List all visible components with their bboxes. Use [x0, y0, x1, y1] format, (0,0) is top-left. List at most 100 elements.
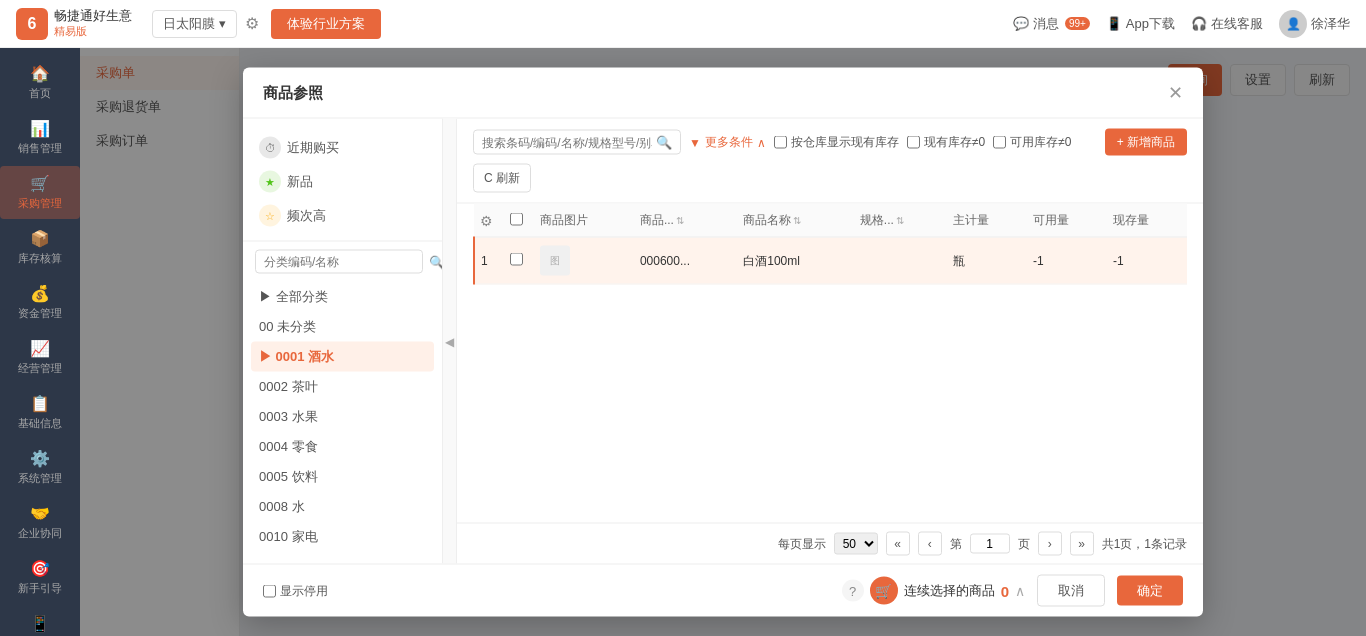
sidebar-item-1[interactable]: 📊销售管理 [0, 111, 80, 164]
category-item-5[interactable]: 0004 零食 [251, 432, 434, 462]
clock-icon: ⏱ [259, 137, 281, 159]
spec-sort-icon[interactable]: ⇅ [896, 215, 904, 226]
sidebar-label-0: 首页 [29, 86, 51, 101]
quick-recent[interactable]: ⏱ 近期购买 [251, 131, 434, 165]
sidebar-item-7[interactable]: ⚙️系统管理 [0, 441, 80, 494]
collapse-up-icon[interactable]: ∧ [1015, 583, 1025, 599]
sidebar-item-10[interactable]: 📱应用中心 [0, 606, 80, 636]
show-disabled-checkbox[interactable] [263, 584, 276, 597]
row-available: -1 [1027, 237, 1107, 284]
last-page-button[interactable]: » [1070, 532, 1094, 556]
modal-close-button[interactable]: ✕ [1168, 82, 1183, 104]
th-code: 商品...⇅ [634, 204, 737, 238]
check-available-stock[interactable]: 可用库存≠0 [993, 134, 1071, 151]
row-checkbox[interactable] [510, 253, 523, 266]
table-row[interactable]: 1 图 000600... 白酒100ml 瓶 -1 -1 [474, 237, 1187, 284]
prev-page-button[interactable]: ‹ [918, 532, 942, 556]
sidebar-label-8: 企业协同 [18, 526, 62, 541]
sidebar-icon-6: 📋 [30, 394, 50, 413]
row-name: 白酒100ml [737, 237, 854, 284]
name-sort-icon[interactable]: ⇅ [793, 215, 801, 226]
cat-label-3: 0002 茶叶 [259, 378, 318, 396]
modal-title: 商品参照 [263, 83, 323, 102]
sidebar-icon-2: 🛒 [30, 174, 50, 193]
settings-icon[interactable]: ⚙ [245, 14, 259, 33]
user-item[interactable]: 👤 徐泽华 [1279, 10, 1350, 38]
category-search-button[interactable]: 🔍 [429, 254, 443, 269]
available-stock-checkbox[interactable] [993, 136, 1006, 149]
help-icon[interactable]: ? [842, 580, 864, 602]
category-item-6[interactable]: 0005 饮料 [251, 462, 434, 492]
quick-freq[interactable]: ☆ 频次高 [251, 199, 434, 233]
category-item-8[interactable]: 0010 家电 [251, 522, 434, 552]
sidebar-item-4[interactable]: 💰资金管理 [0, 276, 80, 329]
freq-icon: ☆ [259, 205, 281, 227]
product-image: 图 [540, 246, 570, 276]
sidebar-label-4: 资金管理 [18, 306, 62, 321]
cat-label-5: 0004 零食 [259, 438, 318, 456]
sidebar-item-0[interactable]: 🏠 首页 [0, 56, 80, 109]
category-tree: ▶ 全部分类 00 未分类 ▶ 0001 酒水 0002 茶叶 0003 水果 0004 … [243, 282, 442, 552]
page-number-input[interactable] [970, 534, 1010, 554]
nav-selector[interactable]: 日太阳膜 ▾ [152, 10, 237, 38]
sidebar-icon-0: 🏠 [30, 64, 50, 83]
refresh-button[interactable]: C 刷新 [473, 164, 531, 193]
row-unit: 瓶 [947, 237, 1027, 284]
sidebar-icon-8: 🤝 [30, 504, 50, 523]
page-size-select[interactable]: 50 [834, 533, 878, 555]
code-sort-icon[interactable]: ⇅ [676, 215, 684, 226]
show-disabled-checkbox-label[interactable]: 显示停用 [263, 582, 328, 599]
first-page-button[interactable]: « [886, 532, 910, 556]
sidebar-label-7: 系统管理 [18, 471, 62, 486]
product-search-icon[interactable]: 🔍 [656, 135, 672, 150]
collapse-sidebar-button[interactable]: ◀ [443, 119, 457, 564]
sidebar-item-9[interactable]: 🎯新手引导 [0, 551, 80, 604]
sidebar-item-8[interactable]: 🤝 企业协同 [0, 496, 80, 549]
sidebar-item-2[interactable]: 🛒采购管理 [0, 166, 80, 219]
check-current-stock[interactable]: 现有库存≠0 [907, 134, 985, 151]
modal-right-panel: 🔍 ▼ 更多条件 ∧ 按仓库显示现有库存 [457, 119, 1203, 564]
cancel-button[interactable]: 取消 [1037, 575, 1105, 607]
th-code-label: 商品... [640, 212, 674, 229]
sidebar-item-3[interactable]: 📦库存核算 [0, 221, 80, 274]
cart-button[interactable]: 🛒 [870, 577, 898, 605]
messages-nav-item[interactable]: 💬 消息 99+ [1013, 15, 1090, 33]
category-item-1[interactable]: 00 未分类 [251, 312, 434, 342]
select-all-checkbox[interactable] [510, 212, 523, 225]
category-item-7[interactable]: 0008 水 [251, 492, 434, 522]
sidebar-item-5[interactable]: 📈经营管理 [0, 331, 80, 384]
sidebar-item-6[interactable]: 📋基础信息 [0, 386, 80, 439]
category-item-2[interactable]: ▶ 0001 酒水 [251, 342, 434, 372]
modal-footer: 显示停用 ? 🛒 连续选择的商品 0 ∧ 取消 确定 [243, 564, 1203, 617]
product-table-container: ⚙ 商品图片 商品...⇅ 商品名称⇅ 规格...⇅ 主计量 可用量 现存量 [457, 204, 1203, 523]
cat-label-1: 00 未分类 [259, 318, 316, 336]
exp-industry-button[interactable]: 体验行业方案 [271, 9, 381, 39]
category-item-0[interactable]: ▶ 全部分类 [251, 282, 434, 312]
th-available: 可用量 [1027, 204, 1107, 238]
next-page-button[interactable]: › [1038, 532, 1062, 556]
current-stock-checkbox[interactable] [907, 136, 920, 149]
cat-label-7: 0008 水 [259, 498, 305, 516]
quick-new[interactable]: ★ 新品 [251, 165, 434, 199]
confirm-button[interactable]: 确定 [1117, 576, 1183, 606]
category-search-input[interactable] [255, 250, 423, 274]
warehouse-stock-checkbox[interactable] [774, 136, 787, 149]
app-download-item[interactable]: 📱 App下载 [1106, 15, 1175, 33]
table-settings-icon[interactable]: ⚙ [480, 212, 493, 228]
add-product-button[interactable]: + 新增商品 [1105, 129, 1187, 156]
more-conditions-button[interactable]: ▼ 更多条件 ∧ [689, 134, 766, 151]
product-search-input[interactable] [482, 135, 652, 149]
check-warehouse-stock[interactable]: 按仓库显示现有库存 [774, 134, 899, 151]
quick-items: ⏱ 近期购买 ★ 新品 ☆ 频次高 [243, 131, 442, 242]
category-item-4[interactable]: 0003 水果 [251, 402, 434, 432]
service-item[interactable]: 🎧 在线客服 [1191, 15, 1263, 33]
th-checkbox [504, 204, 534, 238]
logo-text-block: 畅捷通好生意 精易版 [54, 8, 132, 40]
nav-right: 💬 消息 99+ 📱 App下载 🎧 在线客服 👤 徐泽华 [1013, 10, 1350, 38]
pagination-row: 每页显示 50 « ‹ 第 页 › » 共1页，1条记录 [457, 523, 1203, 564]
category-item-3[interactable]: 0002 茶叶 [251, 372, 434, 402]
cart-area: ? 🛒 连续选择的商品 0 ∧ [842, 577, 1025, 605]
layout: 🏠首页📊销售管理🛒采购管理📦库存核算💰资金管理📈经营管理📋基础信息⚙️系统管理🤝… [0, 48, 1366, 636]
th-image: 商品图片 [534, 204, 634, 238]
cat-label-2: ▶ 0001 酒水 [259, 348, 334, 366]
